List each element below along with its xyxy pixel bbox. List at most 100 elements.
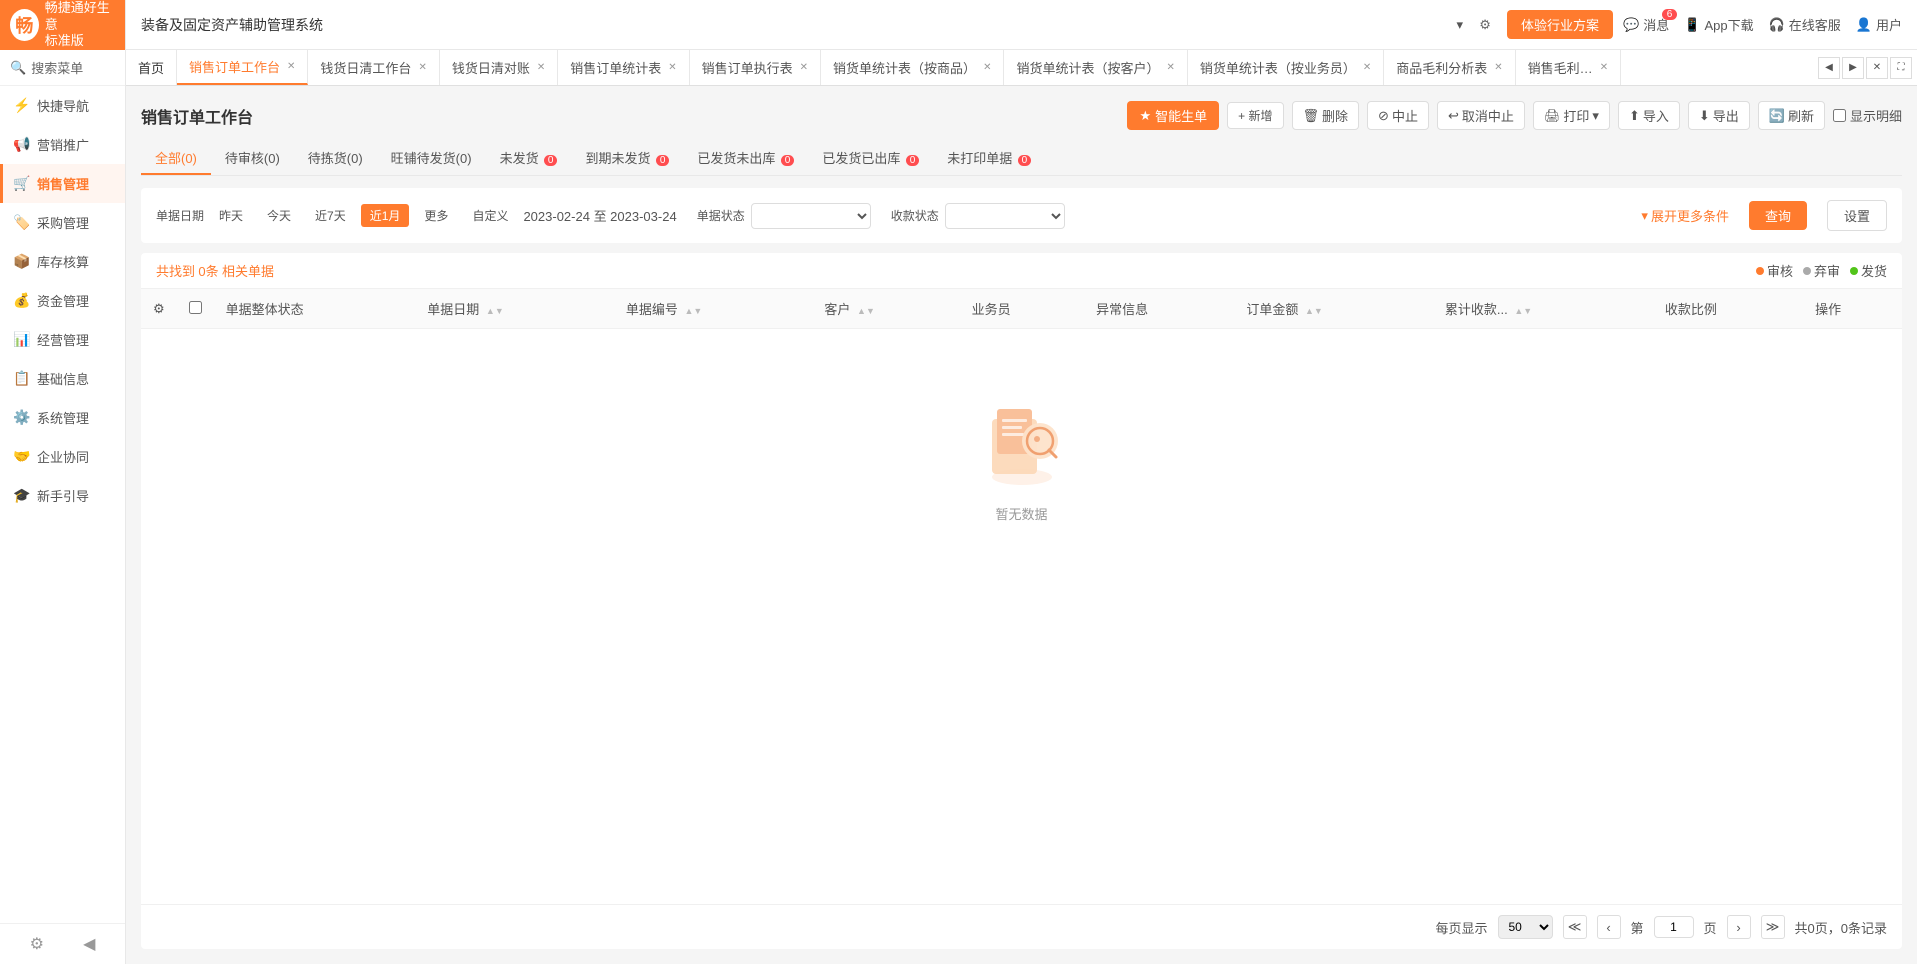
sidebar-item-quick-nav[interactable]: ⚡ 快捷导航 (0, 86, 125, 125)
online-service-btn[interactable]: 🎧 在线客服 (1769, 15, 1841, 34)
filter-custom[interactable]: 自定义 (463, 204, 517, 227)
ship-btn[interactable]: 发货 (1850, 261, 1887, 280)
th-amount[interactable]: 订单金额 ▲▼ (1234, 289, 1433, 329)
app-download-btn[interactable]: 📱 App下载 (1684, 15, 1753, 34)
th-number[interactable]: 单据编号 ▲▼ (614, 289, 813, 329)
sidebar-item-inventory[interactable]: 📦 库存核算 (0, 242, 125, 281)
tab-home[interactable]: 首页 (126, 50, 177, 85)
sidebar-item-marketing[interactable]: 📢 营销推广 (0, 125, 125, 164)
page-next-btn[interactable]: › (1727, 915, 1751, 939)
tab-cash-daily[interactable]: 钱货日清工作台 ✕ (308, 50, 439, 85)
tab-sales-product-close[interactable]: ✕ (983, 62, 991, 73)
tab-cash-reconcile-close[interactable]: ✕ (537, 62, 545, 73)
th-ratio: 收款比例 (1653, 289, 1803, 329)
tab-fullscreen-btn[interactable]: ⛶ (1890, 57, 1912, 79)
export-button[interactable]: ⬇ 导出 (1688, 101, 1750, 130)
sidebar-item-purchase[interactable]: 🏷️ 采购管理 (0, 203, 125, 242)
tab-sales-exec-label: 销售订单执行表 (702, 58, 793, 77)
delete-button[interactable]: 🗑 删除 (1292, 101, 1360, 130)
subtab-pending-review[interactable]: 待审核(0) (211, 142, 294, 175)
query-button[interactable]: 查询 (1749, 201, 1807, 230)
sidebar-search-item[interactable]: 🔍 搜索菜单 (0, 50, 125, 86)
filter-status-select[interactable] (751, 203, 871, 229)
sidebar-item-enterprise[interactable]: 🤝 企业协同 (0, 437, 125, 476)
page-header: 销售订单工作台 ★ 智能生单 + 新增 🗑 删除 ⊘ 中止 ↩ 取消中止 (141, 101, 1902, 130)
select-all-checkbox[interactable] (189, 301, 202, 314)
tab-prev-btn[interactable]: ◀ (1818, 57, 1840, 79)
filter-today[interactable]: 今天 (258, 204, 300, 227)
user-menu[interactable]: 👤 用户 (1856, 15, 1902, 34)
subtab-all[interactable]: 全部(0) (141, 142, 211, 175)
topbar-gear-btn[interactable]: ⚙ (1473, 13, 1497, 37)
setting-button[interactable]: 设置 (1827, 200, 1887, 231)
page-last-btn[interactable]: ≫ (1761, 915, 1785, 939)
tab-sales-gross[interactable]: 销售毛利… ✕ (1516, 50, 1621, 85)
expand-btn[interactable]: ▾ 展开更多条件 (1641, 206, 1729, 225)
th-collected[interactable]: 累计收款... ▲▼ (1433, 289, 1653, 329)
refresh-button[interactable]: 🔄 刷新 (1758, 101, 1825, 130)
tab-sales-exec-close[interactable]: ✕ (800, 62, 808, 73)
per-page-select[interactable]: 50 10 20 100 (1498, 915, 1553, 939)
tab-sales-customer[interactable]: 销货单统计表（按客户） ✕ (1004, 50, 1187, 85)
sidebar-item-base-info[interactable]: 📋 基础信息 (0, 359, 125, 398)
sidebar-item-operation[interactable]: 📊 经营管理 (0, 320, 125, 359)
tab-sales-stat[interactable]: 销售订单统计表 ✕ (558, 50, 689, 85)
th-customer[interactable]: 客户 ▲▼ (812, 289, 959, 329)
filter-payment-select[interactable] (945, 203, 1065, 229)
stop-button[interactable]: ⊘ 中止 (1367, 101, 1429, 130)
th-date[interactable]: 单据日期 ▲▼ (415, 289, 614, 329)
tab-sales-exec[interactable]: 销售订单执行表 ✕ (690, 50, 821, 85)
table-scroll-area[interactable]: ⚙ 单据整体状态 单据日期 ▲▼ (141, 289, 1902, 904)
unapprove-btn[interactable]: 弃审 (1803, 261, 1840, 280)
page-input[interactable] (1654, 916, 1694, 938)
import-button[interactable]: ⬆ 导入 (1618, 101, 1680, 130)
page-first-btn[interactable]: ≪ (1563, 915, 1587, 939)
filter-more[interactable]: 更多 (415, 204, 457, 227)
subtab-overdue-unshipped[interactable]: 到期未发货 0 (571, 142, 683, 175)
subtab-pending-pick[interactable]: 待拣货(0) (294, 142, 377, 175)
cancel-stop-button[interactable]: ↩ 取消中止 (1437, 101, 1525, 130)
sidebar-item-system[interactable]: ⚙️ 系统管理 (0, 398, 125, 437)
tab-cash-daily-close[interactable]: ✕ (418, 62, 426, 73)
tab-sales-staff-close[interactable]: ✕ (1363, 62, 1371, 73)
filter-yesterday[interactable]: 昨天 (210, 204, 252, 227)
system-icon: ⚙️ (13, 409, 31, 427)
tab-sales-gross-close[interactable]: ✕ (1600, 62, 1608, 73)
tab-sales-product[interactable]: 销货单统计表（按商品） ✕ (821, 50, 1004, 85)
tab-sales-order-close[interactable]: ✕ (287, 61, 295, 72)
solution-button[interactable]: 体验行业方案 (1507, 10, 1613, 39)
smart-order-button[interactable]: ★ 智能生单 (1127, 101, 1219, 130)
sidebar-item-newbie[interactable]: 🎓 新手引导 (0, 476, 125, 515)
expand-label: 展开更多条件 (1651, 206, 1729, 225)
show-detail-input[interactable] (1833, 109, 1846, 122)
main-area: 装备及固定资产辅助管理系统 ▾ ⚙ 体验行业方案 💬 消息 6 📱 App下载 … (126, 0, 1917, 964)
settings-icon[interactable]: ⚙ (30, 934, 44, 954)
settings-col-icon[interactable]: ⚙ (153, 301, 165, 316)
subtab-unprinted[interactable]: 未打印单据 0 (933, 142, 1045, 175)
subtab-shipped-not-out[interactable]: 已发货未出库 0 (683, 142, 808, 175)
subtab-unshipped[interactable]: 未发货 0 (486, 142, 572, 175)
add-button[interactable]: + 新增 (1227, 102, 1283, 129)
topbar-dropdown[interactable]: ▾ (1457, 17, 1464, 33)
show-detail-checkbox[interactable]: 显示明细 (1833, 106, 1902, 125)
filter-1month[interactable]: 近1月 (361, 204, 410, 227)
tab-gross-profit[interactable]: 商品毛利分析表 ✕ (1384, 50, 1515, 85)
messages-btn[interactable]: 💬 消息 6 (1623, 15, 1669, 34)
sidebar-item-finance[interactable]: 💰 资金管理 (0, 281, 125, 320)
sidebar-item-sales[interactable]: 🛒 销售管理 (0, 164, 125, 203)
subtab-wangpu-ship[interactable]: 旺铺待发货(0) (377, 142, 486, 175)
approve-btn[interactable]: 审核 (1756, 261, 1793, 280)
tab-close-all-btn[interactable]: ✕ (1866, 57, 1888, 79)
tab-sales-customer-close[interactable]: ✕ (1166, 62, 1174, 73)
tab-sales-staff[interactable]: 销货单统计表（按业务员） ✕ (1188, 50, 1384, 85)
tab-sales-order[interactable]: 销售订单工作台 ✕ (177, 50, 308, 85)
tab-gross-profit-close[interactable]: ✕ (1494, 62, 1502, 73)
print-button[interactable]: 🖨 打印 ▾ (1533, 101, 1610, 130)
tab-cash-reconcile[interactable]: 钱货日清对账 ✕ (440, 50, 558, 85)
collapse-icon[interactable]: ◀ (83, 934, 95, 954)
page-prev-btn[interactable]: ‹ (1597, 915, 1621, 939)
tab-sales-stat-close[interactable]: ✕ (668, 62, 676, 73)
filter-7days[interactable]: 近7天 (306, 204, 355, 227)
subtab-shipped-out[interactable]: 已发货已出库 0 (808, 142, 933, 175)
tab-next-btn[interactable]: ▶ (1842, 57, 1864, 79)
